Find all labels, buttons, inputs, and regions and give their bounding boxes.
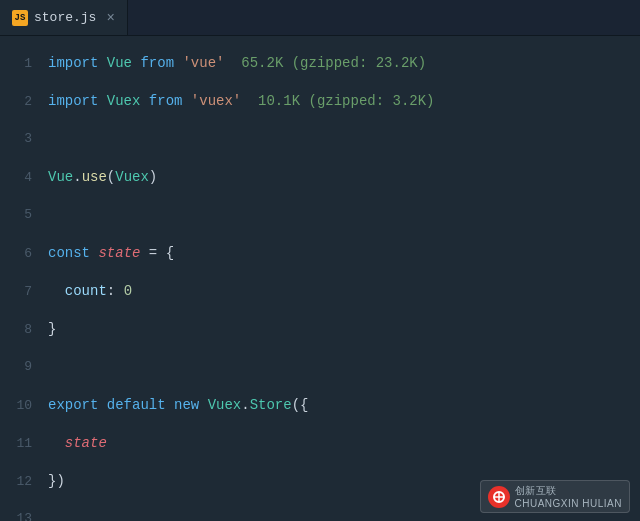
tab-store-js[interactable]: JS store.js × (0, 0, 128, 35)
line-content: import Vue from 'vue' 65.2K (gzipped: 23… (48, 44, 640, 82)
code-line: 6const state = { (0, 234, 640, 272)
watermark-label: 创新互联CHUANGXIN HULIAN (515, 484, 622, 509)
line-number: 9 (0, 348, 48, 386)
watermark-logo (488, 486, 510, 508)
code-line: 7 count: 0 (0, 272, 640, 310)
line-number: 13 (0, 500, 48, 521)
line-number: 8 (0, 311, 48, 349)
line-content: export default new Vuex.Store({ (48, 386, 640, 424)
code-line: 2import Vuex from 'vuex' 10.1K (gzipped:… (0, 82, 640, 120)
code-line: 11 state (0, 424, 640, 462)
js-file-icon: JS (12, 10, 28, 26)
line-number: 5 (0, 196, 48, 234)
tab-close-button[interactable]: × (106, 10, 114, 26)
line-number: 6 (0, 235, 48, 273)
code-line: 3 (0, 120, 640, 158)
line-content: count: 0 (48, 272, 640, 310)
line-number: 12 (0, 463, 48, 501)
watermark: 创新互联CHUANGXIN HULIAN (480, 480, 630, 513)
code-editor: 1import Vue from 'vue' 65.2K (gzipped: 2… (0, 36, 640, 521)
line-number: 7 (0, 273, 48, 311)
code-line: 1import Vue from 'vue' 65.2K (gzipped: 2… (0, 44, 640, 82)
line-number: 4 (0, 159, 48, 197)
code-line: 5 (0, 196, 640, 234)
line-content: Vue.use(Vuex) (48, 158, 640, 196)
tab-filename: store.js (34, 10, 96, 25)
code-line: 9 (0, 348, 640, 386)
line-number: 11 (0, 425, 48, 463)
watermark-icon (492, 490, 506, 504)
line-content: const state = { (48, 234, 640, 272)
line-number: 3 (0, 120, 48, 158)
tab-bar: JS store.js × (0, 0, 640, 36)
code-line: 10export default new Vuex.Store({ (0, 386, 640, 424)
line-content: } (48, 310, 640, 348)
code-line: 4Vue.use(Vuex) (0, 158, 640, 196)
code-line: 8} (0, 310, 640, 348)
line-number: 10 (0, 387, 48, 425)
line-content: import Vuex from 'vuex' 10.1K (gzipped: … (48, 82, 640, 120)
line-number: 2 (0, 83, 48, 121)
line-number: 1 (0, 45, 48, 83)
line-content: state (48, 424, 640, 462)
